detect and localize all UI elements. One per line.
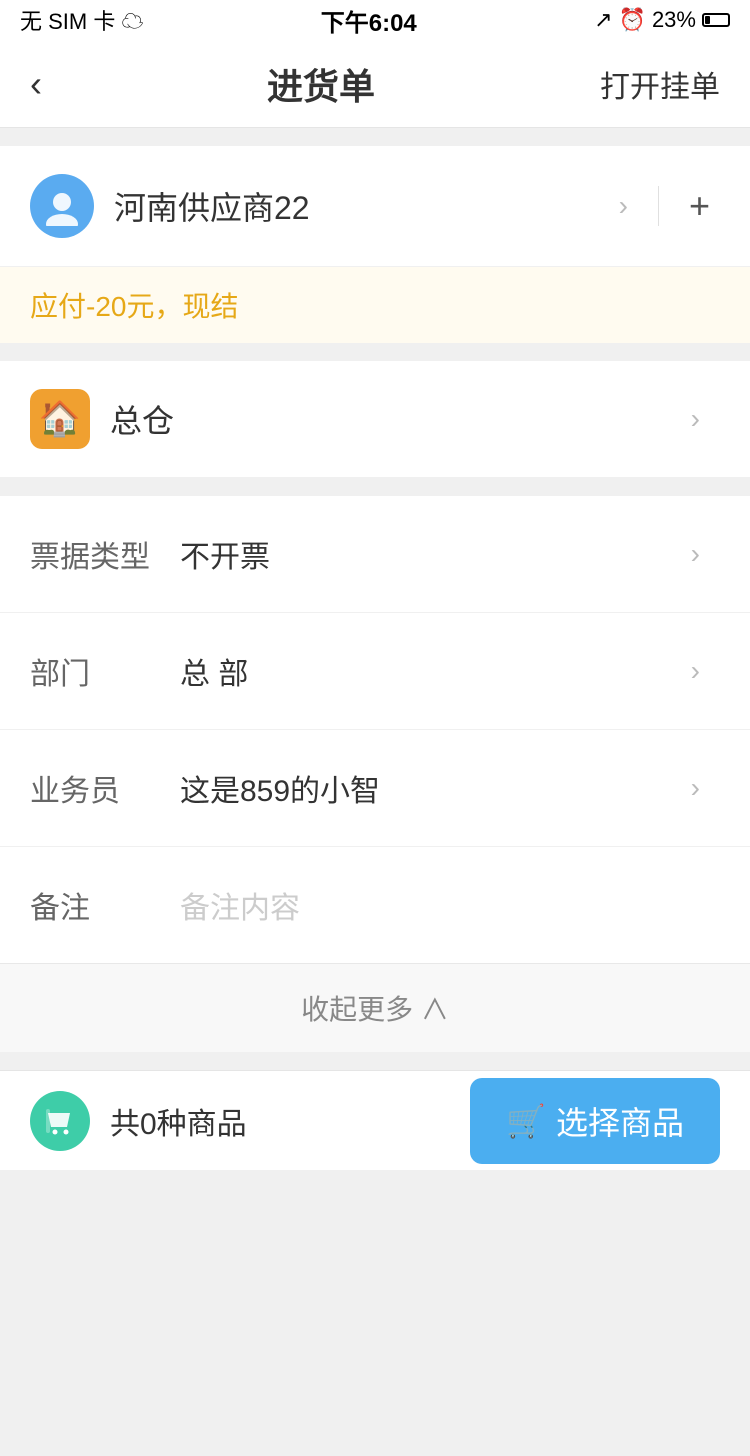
collapse-label: 收起更多 ∧ (301, 988, 449, 1028)
open-pending-button[interactable]: 打开挂单 (600, 62, 720, 106)
salesman-chevron-icon: › (691, 772, 700, 804)
status-right: ↗ ⏰ 23% (594, 7, 730, 33)
form-card: 票据类型 不开票 › 部门 总 部 › 业务员 这是859的小智 › 备注 备注… (0, 495, 750, 1052)
warehouse-icon: 🏠 (30, 389, 90, 449)
salesman-row[interactable]: 业务员 这是859的小智 › (0, 729, 750, 846)
department-row[interactable]: 部门 总 部 › (0, 612, 750, 729)
ticket-type-label: 票据类型 (30, 532, 170, 576)
alarm-icon: ⏰ (619, 7, 646, 33)
supplier-card: 河南供应商22 › + 应付-20元，现结 (0, 146, 750, 343)
status-left: 无 SIM 卡 ☁ (20, 4, 143, 36)
ticket-type-value: 不开票 (180, 532, 691, 576)
warehouse-card: 🏠 总仓 › (0, 361, 750, 477)
department-label: 部门 (30, 649, 170, 693)
supplier-divider (658, 186, 659, 226)
location-icon: ↗ (594, 7, 612, 33)
add-supplier-button[interactable]: + (679, 185, 720, 227)
remark-row[interactable]: 备注 备注内容 (0, 846, 750, 963)
supplier-avatar (30, 174, 94, 238)
warehouse-name: 总仓 (110, 396, 691, 442)
department-value: 总 部 (180, 649, 691, 693)
select-product-label: 选择商品 (556, 1098, 684, 1144)
supplier-name[interactable]: 河南供应商22 (114, 183, 619, 229)
battery-icon (702, 13, 730, 27)
sim-text: 无 SIM 卡 ☁ (20, 4, 143, 36)
remark-input[interactable]: 备注内容 (180, 883, 720, 927)
product-count: 共0种商品 (110, 1099, 470, 1143)
page-title: 进货单 (267, 58, 375, 110)
nav-bar: ‹ 进货单 打开挂单 (0, 40, 750, 128)
section-gap-1 (0, 128, 750, 146)
warehouse-row[interactable]: 🏠 总仓 › (0, 361, 750, 477)
status-time: 下午6:04 (321, 3, 417, 38)
select-product-button[interactable]: 🛒 选择商品 (470, 1078, 720, 1164)
remark-label: 备注 (30, 883, 170, 927)
rest-background (0, 1170, 750, 1456)
notice-bar: 应付-20元，现结 (0, 267, 750, 343)
back-button[interactable]: ‹ (30, 63, 42, 105)
bottom-bar: 共0种商品 🛒 选择商品 (0, 1070, 750, 1170)
battery-text: 23% (652, 7, 696, 33)
supplier-chevron-icon: › (619, 190, 628, 222)
salesman-value: 这是859的小智 (180, 766, 691, 810)
supplier-row: 河南供应商22 › + (0, 146, 750, 267)
status-bar: 无 SIM 卡 ☁ 下午6:04 ↗ ⏰ 23% (0, 0, 750, 40)
ticket-type-chevron-icon: › (691, 538, 700, 570)
section-gap-4 (0, 1052, 750, 1070)
warehouse-chevron-icon: › (691, 403, 700, 435)
select-product-icon: 🛒 (506, 1102, 546, 1140)
product-cart-icon (30, 1091, 90, 1151)
ticket-type-row[interactable]: 票据类型 不开票 › (0, 495, 750, 612)
salesman-label: 业务员 (30, 766, 170, 810)
section-gap-3 (0, 477, 750, 495)
section-gap-2 (0, 343, 750, 361)
department-chevron-icon: › (691, 655, 700, 687)
collapse-row[interactable]: 收起更多 ∧ (0, 963, 750, 1052)
